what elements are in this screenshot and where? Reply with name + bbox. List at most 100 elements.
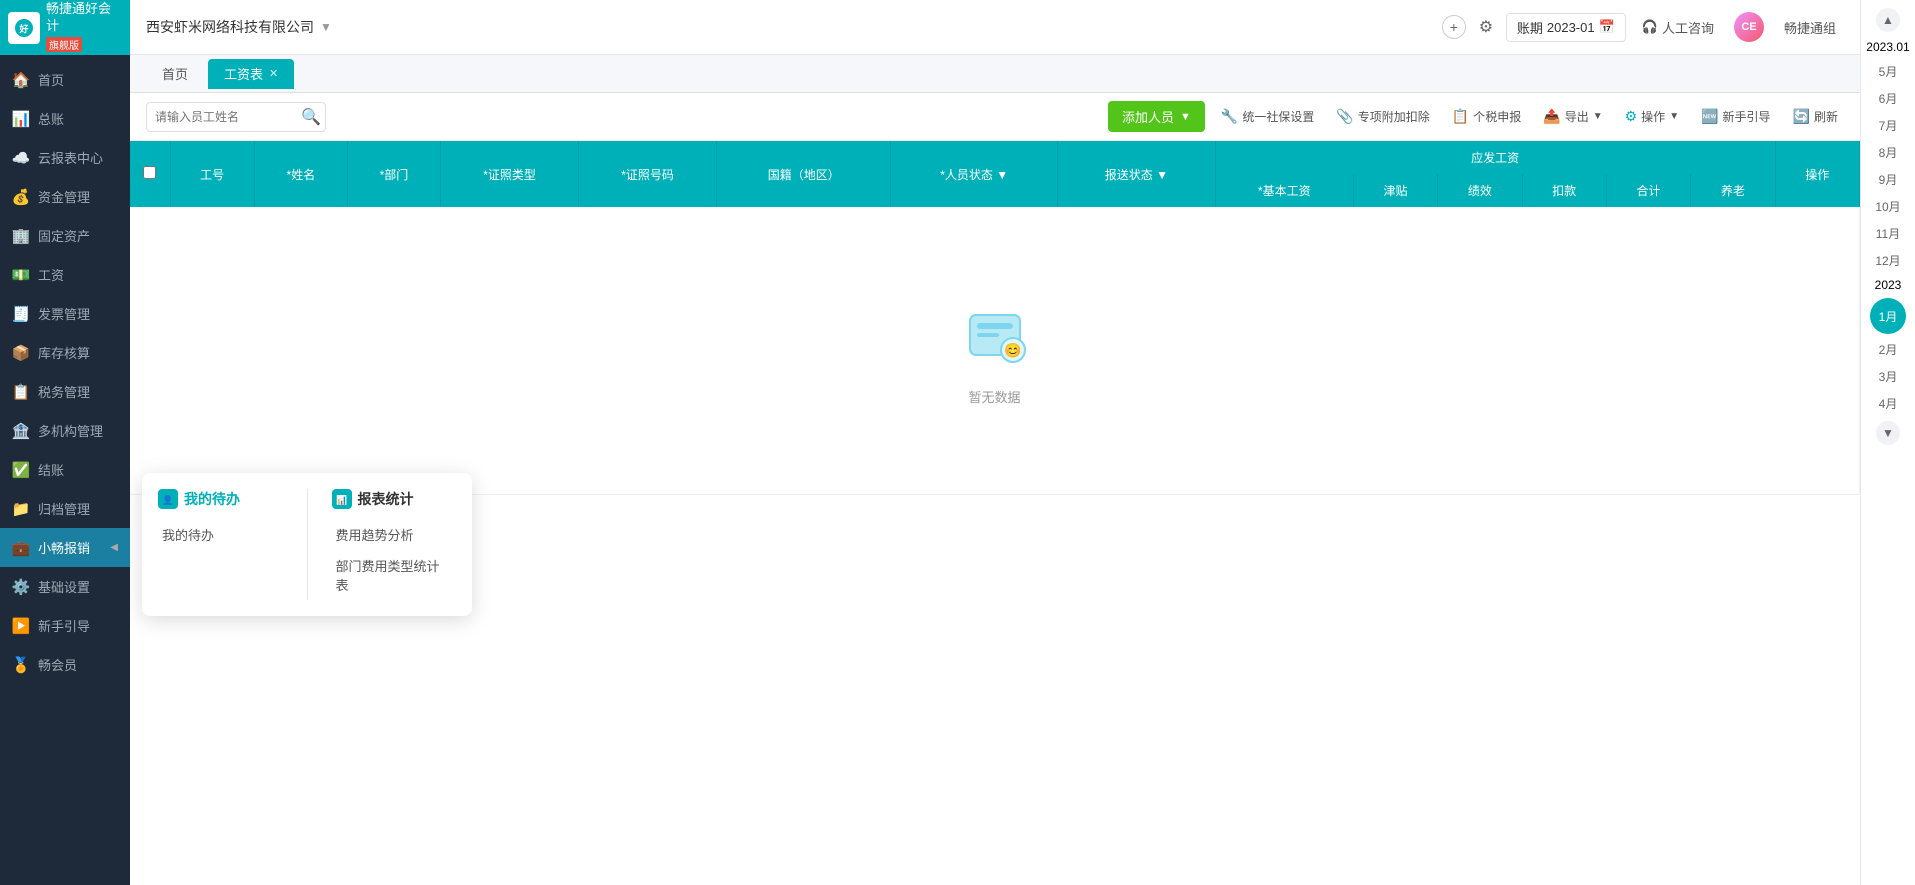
sidebar-label-multi: 多机构管理	[38, 421, 103, 440]
popup-divider	[307, 489, 308, 600]
timeline-next-btn[interactable]: ▼	[1876, 421, 1900, 445]
sidebar-item-cloud[interactable]: ☁️ 云报表中心	[0, 138, 130, 177]
sidebar-item-ledger[interactable]: 📊 总账	[0, 99, 130, 138]
special-deduction-icon: 📎	[1336, 108, 1353, 125]
main-area: 西安虾米网络科技有限公司 ▼ + ⚙ 账期 2023-01 📅 🎧 人工咨询 C…	[130, 0, 1860, 885]
basic-icon: ⚙️	[12, 578, 30, 596]
tab-close-icon[interactable]: ✕	[269, 67, 278, 80]
timeline-month-12[interactable]: 12月	[1861, 247, 1915, 274]
operation-label: 操作	[1641, 108, 1665, 125]
search-input-wrap[interactable]: 🔍	[146, 102, 326, 132]
timeline-month-8[interactable]: 8月	[1861, 139, 1915, 166]
popup-todo-item[interactable]: 我的待办	[158, 519, 283, 550]
col-nationality: 国籍（地区）	[717, 141, 891, 207]
timeline-month-7-label: 7月	[1879, 119, 1898, 133]
special-deduction-btn[interactable]: 📎 专项附加扣除	[1330, 104, 1435, 129]
add-person-dropdown-icon: ▼	[1180, 111, 1191, 123]
timeline-month-6[interactable]: 6月	[1861, 85, 1915, 112]
col-employee-id: 工号	[170, 141, 254, 207]
social-insurance-btn[interactable]: 🔧 统一社保设置	[1215, 104, 1320, 129]
refresh-icon: 🔄	[1793, 108, 1810, 125]
timeline-month-2-label: 2月	[1879, 343, 1898, 357]
timeline-panel: ▲ 2023.01 5月 6月 7月 8月 9月 10月 11月 12月 202…	[1860, 0, 1915, 885]
select-all-checkbox[interactable]	[143, 166, 156, 179]
timeline-month-4[interactable]: 4月	[1861, 390, 1915, 417]
timeline-prev-btn[interactable]: ▲	[1876, 8, 1900, 32]
sidebar-item-inventory[interactable]: 📦 库存核算	[0, 333, 130, 372]
search-input[interactable]	[155, 110, 295, 124]
sidebar-item-multi[interactable]: 🏦 多机构管理	[0, 411, 130, 450]
timeline-month-11[interactable]: 11月	[1861, 220, 1915, 247]
company-selector[interactable]: 西安虾米网络科技有限公司 ▼	[146, 17, 1434, 37]
empty-text: 暂无数据	[968, 387, 1020, 406]
sidebar-item-member[interactable]: 🏅 畅会员	[0, 645, 130, 684]
export-icon: 📤	[1543, 108, 1560, 125]
add-company-button[interactable]: +	[1442, 15, 1466, 39]
add-person-button[interactable]: 添加人员 ▼	[1108, 101, 1205, 132]
tax-icon: 📋	[12, 383, 30, 401]
timeline-month-5-label: 5月	[1879, 65, 1898, 79]
timeline-year-2023: 2023	[1861, 274, 1915, 296]
popup-expense-trend[interactable]: 费用趋势分析	[332, 519, 457, 550]
sidebar-item-home[interactable]: 🏠 首页	[0, 60, 130, 99]
sidebar-nav: 🏠 首页 📊 总账 ☁️ 云报表中心 💰 资金管理 🏢 固定资产 💵 工资 🧾 …	[0, 55, 130, 885]
timeline-month-2[interactable]: 2月	[1861, 336, 1915, 363]
popup-dept-expense[interactable]: 部门费用类型统计表	[332, 550, 457, 600]
new-guide-btn[interactable]: 🆕 新手引导	[1695, 104, 1776, 129]
calendar-icon: 📅	[1599, 19, 1615, 35]
timeline-month-3[interactable]: 3月	[1861, 363, 1915, 390]
tab-salary-table[interactable]: 工资表 ✕	[208, 59, 294, 89]
empty-state: 😊 暂无数据	[140, 215, 1849, 486]
report-icon: 📊	[332, 489, 352, 509]
sidebar-label-home: 首页	[38, 70, 64, 89]
sidebar-label-salary: 工资	[38, 265, 64, 284]
svg-text:😊: 😊	[1004, 342, 1021, 358]
col-id-type: *证照类型	[441, 141, 579, 207]
operation-btn[interactable]: ⚙ 操作 ▼	[1619, 104, 1685, 129]
period-badge[interactable]: 账期 2023-01 📅	[1506, 13, 1626, 42]
username-label[interactable]: 畅捷通组	[1776, 14, 1844, 41]
sidebar-label-ledger: 总账	[38, 109, 64, 128]
sidebar-item-invoice[interactable]: 🧾 发票管理	[0, 294, 130, 333]
sidebar-item-fund[interactable]: 💰 资金管理	[0, 177, 130, 216]
timeline-month-9-label: 9月	[1879, 173, 1898, 187]
timeline-2023-label: 2023	[1875, 278, 1902, 292]
refresh-btn[interactable]: 🔄 刷新	[1787, 104, 1844, 129]
xiaochang-icon: 💼	[12, 539, 30, 557]
toolbar-right: 添加人员 ▼ 🔧 统一社保设置 📎 专项附加扣除 📋 个税申报 📤	[1108, 101, 1844, 132]
invoice-icon: 🧾	[12, 305, 30, 323]
guide-icon: ▶️	[12, 617, 30, 635]
timeline-month-7[interactable]: 7月	[1861, 112, 1915, 139]
popup-section: 👤 我的待办 我的待办 📊 报表统计	[158, 489, 456, 600]
sidebar-item-tax[interactable]: 📋 税务管理	[0, 372, 130, 411]
timeline-month-12-label: 12月	[1875, 254, 1900, 268]
timeline-month-1[interactable]: 1月	[1870, 298, 1906, 334]
settings-icon[interactable]: ⚙	[1474, 15, 1498, 39]
support-button[interactable]: 🎧 人工咨询	[1634, 14, 1722, 41]
social-insurance-icon: 🔧	[1221, 108, 1238, 125]
sidebar-item-archive[interactable]: 📁 归档管理	[0, 489, 130, 528]
popup-col2-label: 报表统计	[358, 489, 414, 509]
sidebar-item-xiaochang[interactable]: 💼 小畅报销 ◀	[0, 528, 130, 567]
sidebar-item-assets[interactable]: 🏢 固定资产	[0, 216, 130, 255]
logo-text: 畅捷通好会计	[46, 1, 122, 35]
sidebar-label-settle: 结账	[38, 460, 64, 479]
col-pension: 养老	[1691, 174, 1775, 207]
content-area: 🔍 添加人员 ▼ 🔧 统一社保设置 📎 专项附加扣除 📋 个税申报	[130, 93, 1860, 885]
export-btn[interactable]: 📤 导出 ▼	[1537, 104, 1608, 129]
sidebar-item-settle[interactable]: ✅ 结账	[0, 450, 130, 489]
tax-report-btn[interactable]: 📋 个税申报	[1446, 104, 1527, 129]
timeline-month-5[interactable]: 5月	[1861, 58, 1915, 85]
sidebar-item-salary[interactable]: 💵 工资	[0, 255, 130, 294]
fund-icon: 💰	[12, 188, 30, 206]
sidebar-item-basic[interactable]: ⚙️ 基础设置	[0, 567, 130, 606]
sidebar-label-xiaochang: 小畅报销	[38, 538, 90, 557]
popup-todo-label: 我的待办	[162, 528, 214, 543]
tab-home[interactable]: 首页	[146, 59, 204, 89]
sidebar-item-guide[interactable]: ▶️ 新手引导	[0, 606, 130, 645]
timeline-month-9[interactable]: 9月	[1861, 166, 1915, 193]
avatar[interactable]: CE	[1734, 12, 1764, 42]
timeline-month-10[interactable]: 10月	[1861, 193, 1915, 220]
svg-text:📊: 📊	[336, 494, 347, 505]
user-name: 畅捷通组	[1784, 18, 1836, 37]
